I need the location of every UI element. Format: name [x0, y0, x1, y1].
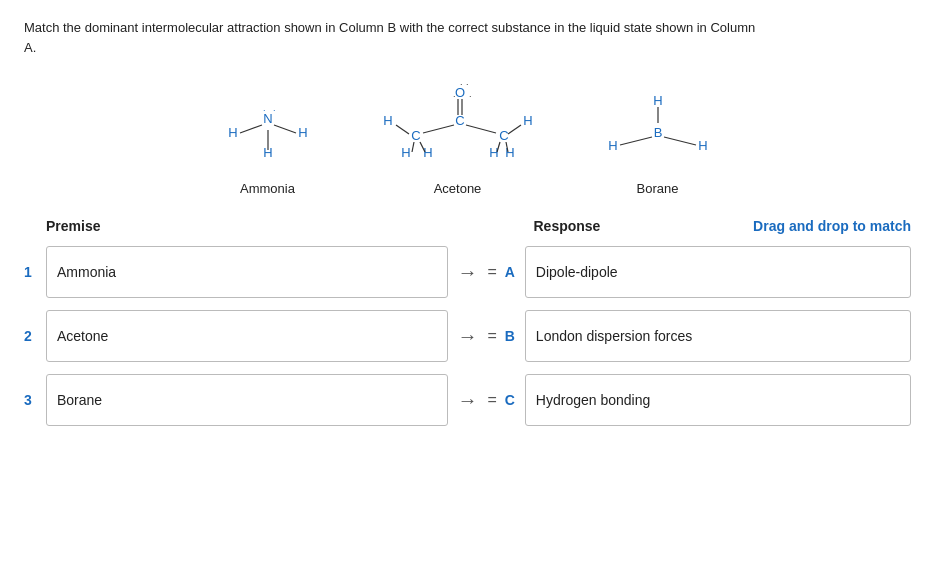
premise-number-3: 3: [24, 392, 46, 408]
svg-text:H: H: [653, 93, 662, 108]
svg-line-6: [274, 125, 296, 133]
borane-label: Borane: [637, 181, 679, 196]
response-section-1: = A Dipole-dipole: [488, 246, 912, 298]
svg-text:H: H: [401, 145, 410, 160]
row-3: 3 Borane → = C Hydrogen bonding: [24, 374, 911, 426]
ammonia-label: Ammonia: [240, 181, 295, 196]
drag-drop-label[interactable]: Drag and drop to match: [753, 218, 911, 234]
premise-text-1: Ammonia: [57, 264, 116, 280]
response-box-3[interactable]: Hydrogen bonding: [525, 374, 911, 426]
premise-header: Premise: [46, 218, 454, 234]
response-box-2[interactable]: London dispersion forces: [525, 310, 911, 362]
svg-line-4: [240, 125, 262, 133]
svg-line-20: [466, 125, 496, 133]
acetone-label: Acetone: [434, 181, 482, 196]
svg-text:H: H: [698, 138, 707, 153]
response-section-2: = B London dispersion forces: [488, 310, 912, 362]
arrow-3: →: [458, 389, 478, 412]
premise-section-2: 2 Acetone: [24, 310, 448, 362]
svg-line-24: [412, 142, 414, 152]
ammonia-svg: N · · H H H: [218, 85, 318, 175]
svg-line-22: [396, 125, 409, 134]
premise-number-2: 2: [24, 328, 46, 344]
premise-text-3: Borane: [57, 392, 102, 408]
instructions-text: Match the dominant intermolecular attrac…: [24, 18, 764, 57]
svg-text:·: ·: [469, 91, 472, 101]
arrow-2: →: [458, 325, 478, 348]
svg-text:O: O: [454, 85, 464, 100]
premise-box-1[interactable]: Ammonia: [46, 246, 448, 298]
response-box-1[interactable]: Dipole-dipole: [525, 246, 911, 298]
svg-text:B: B: [653, 125, 662, 140]
svg-text:·: ·: [263, 105, 266, 115]
equals-2: =: [488, 327, 497, 345]
svg-line-26: [508, 125, 521, 134]
response-text-3: Hydrogen bonding: [536, 392, 650, 408]
svg-text:H: H: [489, 145, 498, 160]
svg-text:·: ·: [466, 79, 469, 89]
ammonia-molecule: N · · H H H Ammonia: [218, 85, 318, 196]
equals-1: =: [488, 263, 497, 281]
svg-text:H: H: [523, 113, 532, 128]
premise-section-1: 1 Ammonia: [24, 246, 448, 298]
acetone-molecule: · · · · O C C C H H H H: [378, 75, 538, 196]
svg-text:H: H: [298, 125, 307, 140]
row-2: 2 Acetone → = B London dispersion forces: [24, 310, 911, 362]
svg-text:H: H: [383, 113, 392, 128]
svg-text:C: C: [455, 113, 464, 128]
response-text-2: London dispersion forces: [536, 328, 692, 344]
borane-molecule: H B H H Borane: [598, 85, 718, 196]
premise-section-3: 3 Borane: [24, 374, 448, 426]
response-letter-3: C: [505, 392, 525, 408]
svg-line-18: [423, 125, 454, 133]
premise-number-1: 1: [24, 264, 46, 280]
svg-text:H: H: [228, 125, 237, 140]
row-1: 1 Ammonia → = A Dipole-dipole: [24, 246, 911, 298]
response-header: Response: [534, 218, 601, 234]
arrow-1: →: [458, 261, 478, 284]
svg-text:C: C: [499, 128, 508, 143]
svg-text:H: H: [608, 138, 617, 153]
acetone-svg: · · · · O C C C H H H H: [378, 75, 538, 175]
response-letter-1: A: [505, 264, 525, 280]
svg-text:·: ·: [273, 105, 276, 115]
premise-box-3[interactable]: Borane: [46, 374, 448, 426]
response-text-1: Dipole-dipole: [536, 264, 618, 280]
borane-svg: H B H H: [598, 85, 718, 175]
response-letter-2: B: [505, 328, 525, 344]
svg-text:C: C: [411, 128, 420, 143]
svg-line-37: [620, 137, 652, 145]
response-section-3: = C Hydrogen bonding: [488, 374, 912, 426]
equals-3: =: [488, 391, 497, 409]
premise-text-2: Acetone: [57, 328, 108, 344]
molecules-row: N · · H H H Ammonia · · · · O: [24, 75, 911, 196]
rows-container: 1 Ammonia → = A Dipole-dipole 2 Acetone …: [24, 246, 911, 438]
svg-text:H: H: [423, 145, 432, 160]
svg-line-39: [664, 137, 696, 145]
premise-box-2[interactable]: Acetone: [46, 310, 448, 362]
